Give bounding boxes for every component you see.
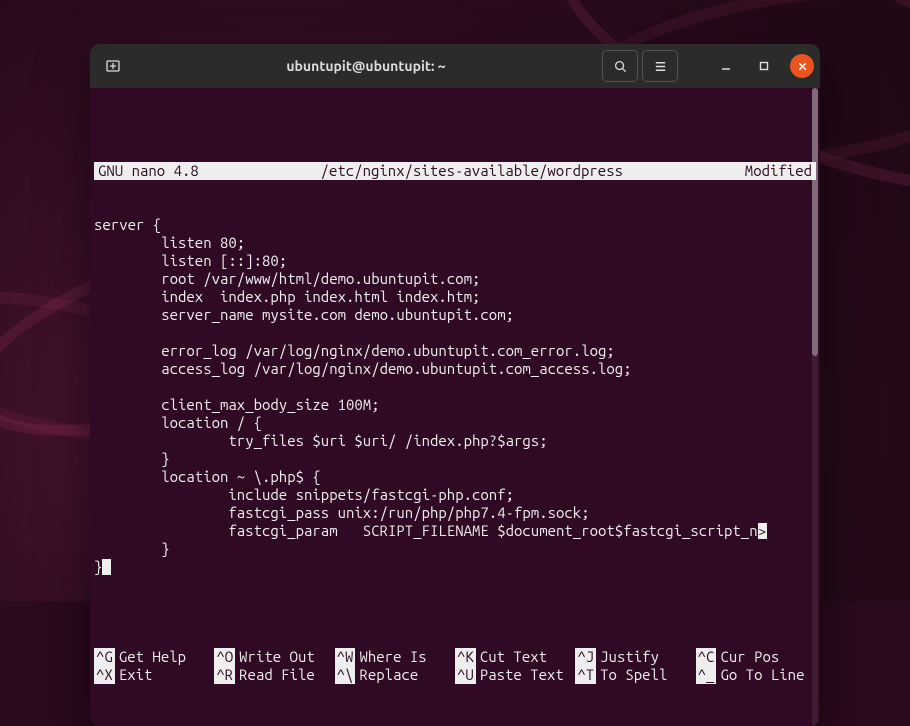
shortcut-read-file[interactable]: ^RRead File	[214, 666, 334, 684]
shortcut-cur-pos[interactable]: ^CCur Pos	[696, 648, 816, 666]
nano-app-name: GNU nano 4.8	[98, 162, 229, 180]
shortcut-label: Paste Text	[480, 666, 564, 684]
shortcut-label: Replace	[359, 666, 418, 684]
code-line: try_files $uri $uri/ /index.php?$args;	[94, 432, 548, 449]
shortcut-label: Cut Text	[480, 648, 547, 666]
code-line: }	[94, 540, 170, 557]
terminal-window: ubuntupit@ubuntupit: ~ GNU nano 4.8 /etc…	[90, 44, 820, 726]
code-line: location ~ \.php$ {	[94, 468, 321, 485]
maximize-button[interactable]	[752, 54, 776, 78]
code-line: client_max_body_size 100M;	[94, 396, 380, 413]
shortcut-label: To Spell	[600, 666, 667, 684]
shortcut-label: Where Is	[359, 648, 426, 666]
shortcut-label: Justify	[600, 648, 659, 666]
code-line: server {	[94, 216, 161, 233]
search-button[interactable]	[602, 50, 638, 82]
code-line: }	[94, 558, 102, 575]
new-tab-button[interactable]	[96, 51, 130, 81]
code-line: fastcgi_pass unix:/run/php/php7.4-fpm.so…	[94, 504, 590, 521]
code-line: listen [::]:80;	[94, 252, 287, 269]
shortcut-go-to-line[interactable]: ^_Go To Line	[696, 666, 816, 684]
code-line: }	[94, 450, 170, 467]
shortcut-justify[interactable]: ^JJustify	[575, 648, 695, 666]
code-line: index index.php index.html index.htm;	[94, 288, 480, 305]
menu-button[interactable]	[642, 50, 678, 82]
window-titlebar[interactable]: ubuntupit@ubuntupit: ~	[90, 44, 820, 88]
code-line: server_name mysite.com demo.ubuntupit.co…	[94, 306, 514, 323]
shortcut-label: Exit	[119, 666, 153, 684]
code-line: root /var/www/html/demo.ubuntupit.com;	[94, 270, 480, 287]
shortcut-key: ^K	[455, 648, 476, 666]
code-line: include snippets/fastcgi-php.conf;	[94, 486, 514, 503]
shortcut-key: ^\	[335, 666, 356, 684]
terminal-content[interactable]: GNU nano 4.8 /etc/nginx/sites-available/…	[90, 88, 820, 726]
shortcut-exit[interactable]: ^XExit	[94, 666, 214, 684]
shortcut-label: Write Out	[239, 648, 315, 666]
shortcut-key: ^_	[696, 666, 717, 684]
nano-titlebar: GNU nano 4.8 /etc/nginx/sites-available/…	[94, 162, 816, 180]
editor-content[interactable]: server { listen 80; listen [::]:80; root…	[94, 216, 816, 594]
scrollbar-thumb[interactable]	[812, 88, 818, 356]
shortcut-get-help[interactable]: ^GGet Help	[94, 648, 214, 666]
code-line: access_log /var/log/nginx/demo.ubuntupit…	[94, 360, 632, 377]
shortcut-label: Read File	[239, 666, 315, 684]
minimize-button[interactable]	[714, 54, 738, 78]
shortcut-key: ^X	[94, 666, 115, 684]
shortcut-write-out[interactable]: ^OWrite Out	[214, 648, 334, 666]
terminal-scrollbar[interactable]	[812, 88, 818, 726]
text-cursor	[102, 559, 111, 575]
shortcut-to-spell[interactable]: ^TTo Spell	[575, 666, 695, 684]
shortcut-where-is[interactable]: ^WWhere Is	[335, 648, 455, 666]
shortcut-key: ^T	[575, 666, 596, 684]
shortcut-key: ^G	[94, 648, 115, 666]
nano-modified-status: Modified	[715, 162, 812, 180]
nano-shortcut-bar: ^GGet Help ^OWrite Out ^WWhere Is ^KCut …	[94, 648, 816, 684]
shortcut-key: ^J	[575, 648, 596, 666]
code-line: error_log /var/log/nginx/demo.ubuntupit.…	[94, 342, 615, 359]
shortcut-key: ^U	[455, 666, 476, 684]
code-line: fastcgi_param SCRIPT_FILENAME $document_…	[94, 522, 758, 539]
code-line: listen 80;	[94, 234, 245, 251]
shortcut-label: Go To Line	[720, 666, 804, 684]
shortcut-paste-text[interactable]: ^UPaste Text	[455, 666, 575, 684]
shortcut-label: Cur Pos	[720, 648, 779, 666]
shortcut-key: ^W	[335, 648, 356, 666]
nano-file-path: /etc/nginx/sites-available/wordpress	[229, 162, 715, 180]
code-line: location / {	[94, 414, 262, 431]
window-title: ubuntupit@ubuntupit: ~	[286, 58, 445, 74]
shortcut-key: ^C	[696, 648, 717, 666]
close-button[interactable]	[790, 54, 814, 78]
shortcut-label: Get Help	[119, 648, 186, 666]
shortcut-key: ^O	[214, 648, 235, 666]
line-continuation-marker: >	[758, 523, 767, 539]
shortcut-replace[interactable]: ^\Replace	[335, 666, 455, 684]
shortcut-cut-text[interactable]: ^KCut Text	[455, 648, 575, 666]
shortcut-key: ^R	[214, 666, 235, 684]
